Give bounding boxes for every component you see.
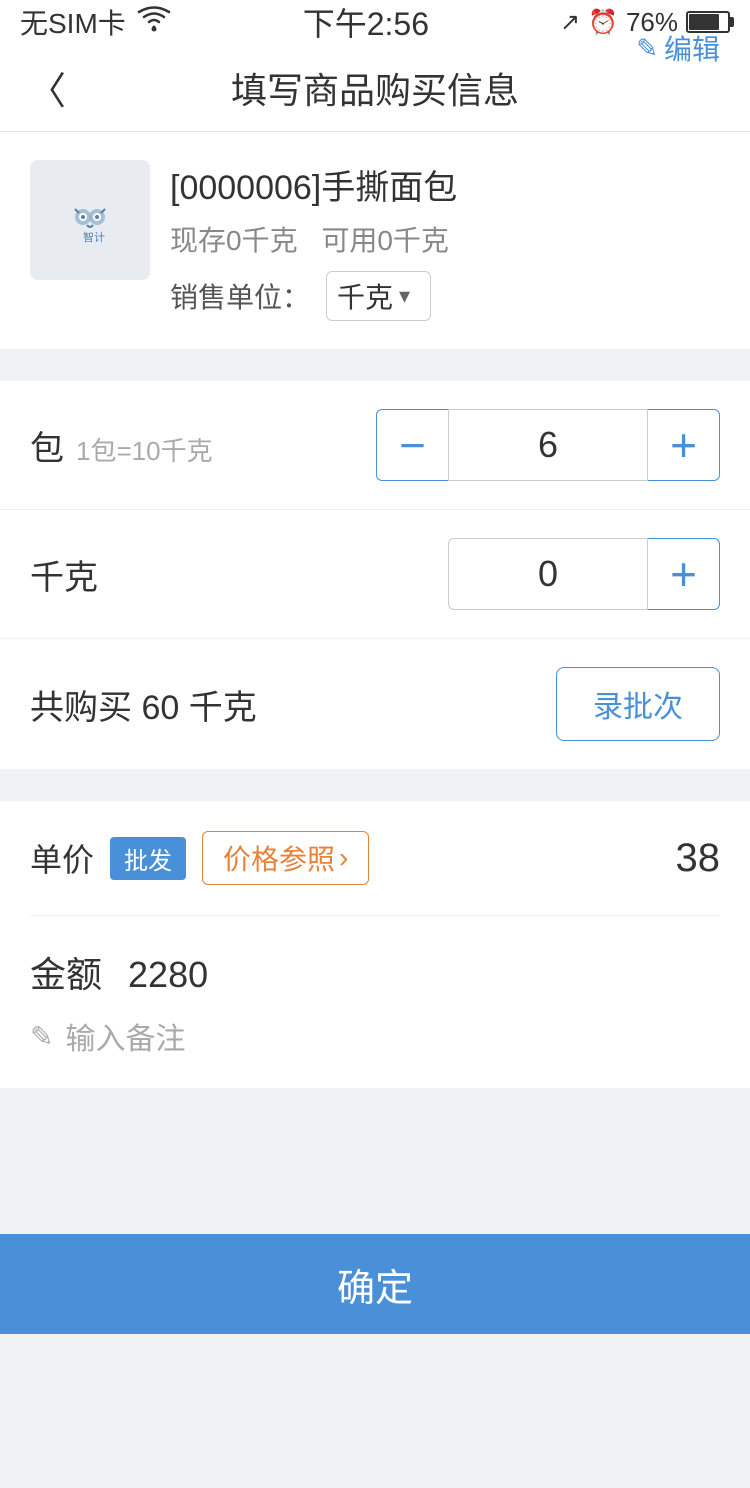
price-label: 单价 xyxy=(30,835,94,881)
price-tag: 批发 xyxy=(110,837,186,880)
kg-plus-button[interactable]: + xyxy=(648,538,720,610)
bao-hint: 1包=10千克 xyxy=(76,431,213,468)
confirm-button[interactable]: 确定 xyxy=(0,1234,750,1334)
kg-input[interactable] xyxy=(448,538,648,610)
product-name: [0000006]手撕面包 xyxy=(170,160,720,209)
total-section: 共购买 60 千克 录批次 xyxy=(0,639,750,769)
edit-button[interactable]: ✎ 编辑 xyxy=(636,28,720,68)
back-button[interactable]: 〈 xyxy=(28,60,66,115)
kg-row: 千克 + xyxy=(0,510,750,639)
bao-label: 包 xyxy=(30,421,64,470)
note-placeholder: 输入备注 xyxy=(65,1014,185,1058)
edit-icon: ✎ xyxy=(636,33,658,64)
chevron-right-icon: › xyxy=(339,842,348,874)
batch-button[interactable]: 录批次 xyxy=(556,667,720,741)
separator-1 xyxy=(0,365,750,381)
amount-row: 金额 2280 xyxy=(30,946,720,998)
total-text: 共购买 60 千克 xyxy=(30,680,257,729)
kg-quantity-control: + xyxy=(448,538,720,610)
chevron-down-icon: ▾ xyxy=(399,283,410,309)
page-title: 填写商品购买信息 xyxy=(231,62,519,114)
separator-2 xyxy=(0,785,750,801)
price-row: 单价 批发 价格参照 › 38 xyxy=(30,831,720,916)
status-left: 无SIM卡 xyxy=(20,2,172,42)
price-value: 38 xyxy=(676,836,721,881)
wifi-icon xyxy=(136,5,172,40)
bao-label-group: 包 1包=10千克 xyxy=(30,421,213,470)
bao-minus-button[interactable]: − xyxy=(376,409,448,481)
bao-row: 包 1包=10千克 − + xyxy=(0,381,750,510)
product-unit-row: 销售单位： 千克 ▾ xyxy=(170,271,720,321)
svg-text:智计: 智计 xyxy=(83,230,105,244)
time-display: 下午2:56 xyxy=(303,0,429,45)
price-section: 单价 批发 价格参照 › 38 xyxy=(0,801,750,916)
kg-label: 千克 xyxy=(30,550,98,599)
input-section: 包 1包=10千克 − + 千克 + xyxy=(0,381,750,639)
alarm-icon: ⏰ xyxy=(588,8,618,37)
price-ref-button[interactable]: 价格参照 › xyxy=(202,831,369,885)
unit-select[interactable]: 千克 ▾ xyxy=(326,271,431,321)
note-edit-icon: ✎ xyxy=(30,1020,53,1053)
bao-quantity-control: − + xyxy=(376,409,720,481)
carrier-text: 无SIM卡 xyxy=(20,2,126,42)
bao-input[interactable] xyxy=(448,409,648,481)
product-info: [0000006]手撕面包 现存0千克 可用0千克 销售单位： 千克 ▾ xyxy=(170,160,720,321)
product-stock: 现存0千克 可用0千克 xyxy=(170,219,720,259)
note-row[interactable]: ✎ 输入备注 xyxy=(30,1014,720,1058)
bao-plus-button[interactable]: + xyxy=(648,409,720,481)
kg-label-group: 千克 xyxy=(30,550,98,599)
location-icon: ↗ xyxy=(560,8,580,37)
product-section: 智计 [0000006]手撕面包 现存0千克 可用0千克 销售单位： 千克 ▾ … xyxy=(0,132,750,349)
product-image: 智计 xyxy=(30,160,150,280)
amount-section: 金额 2280 ✎ 输入备注 xyxy=(0,916,750,1088)
